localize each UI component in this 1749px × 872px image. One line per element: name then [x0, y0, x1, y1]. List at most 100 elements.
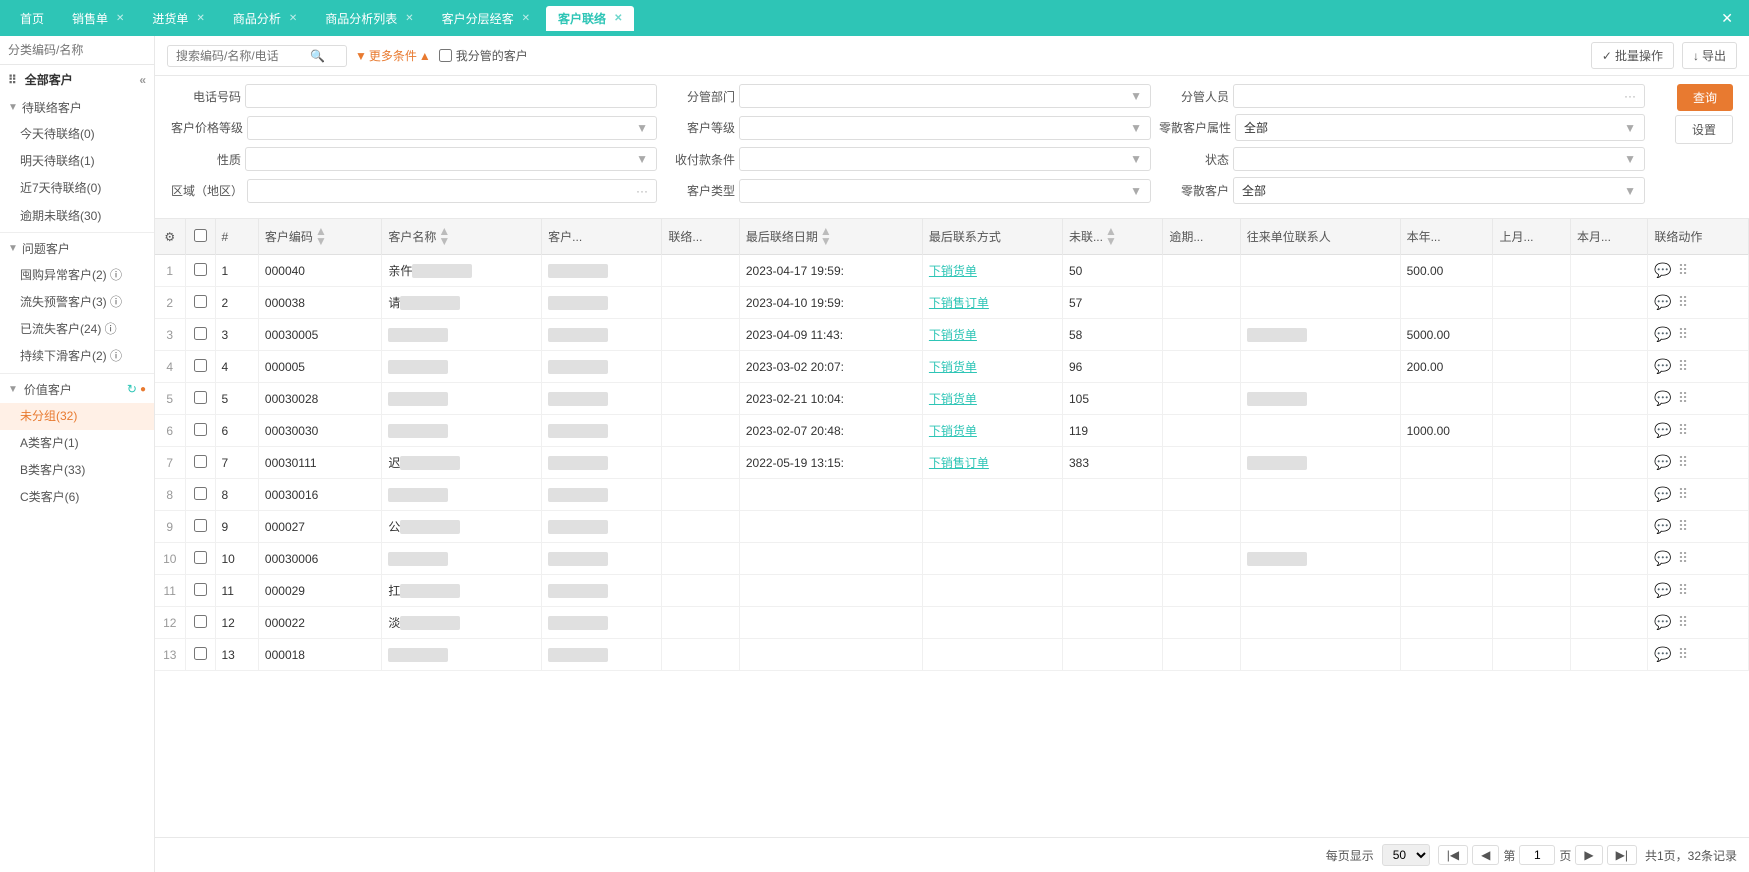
- chat-icon[interactable]: 💬: [1654, 582, 1671, 599]
- col-uncontacted[interactable]: 未联... ▲▼: [1062, 219, 1162, 255]
- last-method-link[interactable]: 下销货单: [929, 392, 977, 406]
- sidebar-item-tomorrow[interactable]: 明天待联络(1): [0, 148, 154, 175]
- row-checkbox[interactable]: [194, 295, 207, 308]
- tab-sales[interactable]: 销售单 ✕: [60, 6, 136, 31]
- row-checkbox-cell[interactable]: [185, 447, 215, 479]
- price-level-select[interactable]: ▼: [247, 116, 657, 140]
- filter-search-icon[interactable]: 🔍: [310, 49, 325, 63]
- chat-icon[interactable]: 💬: [1654, 262, 1671, 279]
- page-number-input[interactable]: [1519, 845, 1555, 865]
- close-product-list-icon[interactable]: ✕: [405, 13, 413, 24]
- grid-action-icon[interactable]: ⠿: [1678, 646, 1688, 663]
- row-checkbox[interactable]: [194, 615, 207, 628]
- sidebar-item-classA[interactable]: A类客户(1): [0, 430, 154, 457]
- chat-icon[interactable]: 💬: [1654, 550, 1671, 567]
- sidebar-group-pending[interactable]: ▼ 待联络客户: [0, 94, 154, 121]
- row-checkbox-cell[interactable]: [185, 383, 215, 415]
- row-checkbox-cell[interactable]: [185, 639, 215, 671]
- payment-select[interactable]: ▼: [739, 147, 1151, 171]
- row-checkbox[interactable]: [194, 647, 207, 660]
- col-checkbox[interactable]: [185, 219, 215, 255]
- sidebar-search-input[interactable]: [8, 43, 155, 57]
- last-method-link[interactable]: 下销售订单: [929, 456, 989, 470]
- phone-input[interactable]: [245, 84, 657, 108]
- grid-action-icon[interactable]: ⠿: [1678, 422, 1688, 439]
- chat-icon[interactable]: 💬: [1654, 390, 1671, 407]
- customer-type-select[interactable]: ▼: [739, 179, 1151, 203]
- col-name[interactable]: 客户名称 ▲▼: [382, 219, 542, 255]
- close-customer-segment-icon[interactable]: ✕: [522, 13, 530, 24]
- query-btn[interactable]: 查询: [1677, 84, 1733, 111]
- chat-icon[interactable]: 💬: [1654, 518, 1671, 535]
- sidebar-item-lost[interactable]: 已流失客户(24) ⓘ: [0, 316, 154, 343]
- sidebar-item-today[interactable]: 今天待联络(0): [0, 121, 154, 148]
- sidebar-item-unscored[interactable]: 未分组(32): [0, 403, 154, 430]
- row-checkbox[interactable]: [194, 455, 207, 468]
- tab-product-list[interactable]: 商品分析列表 ✕: [313, 6, 425, 31]
- row-checkbox-cell[interactable]: [185, 479, 215, 511]
- sidebar-all-customers[interactable]: ⠿ 全部客户 «: [0, 65, 154, 94]
- chat-icon[interactable]: 💬: [1654, 358, 1671, 375]
- row-checkbox-cell[interactable]: [185, 319, 215, 351]
- filter-search-input[interactable]: [176, 49, 306, 63]
- chat-icon[interactable]: 💬: [1654, 646, 1671, 663]
- manager-select[interactable]: ···: [1233, 84, 1645, 108]
- first-page-btn[interactable]: |◀: [1438, 845, 1468, 865]
- row-checkbox[interactable]: [194, 423, 207, 436]
- sidebar-item-classB[interactable]: B类客户(33): [0, 457, 154, 484]
- row-checkbox[interactable]: [194, 391, 207, 404]
- page-size-select[interactable]: 50: [1382, 844, 1430, 866]
- chat-icon[interactable]: 💬: [1654, 326, 1671, 343]
- grid-action-icon[interactable]: ⠿: [1678, 582, 1688, 599]
- sidebar-item-classC[interactable]: C类客户(6): [0, 484, 154, 511]
- tab-customer-contact[interactable]: 客户联络 ✕: [546, 6, 634, 31]
- close-sales-icon[interactable]: ✕: [116, 13, 124, 24]
- grid-action-icon[interactable]: ⠿: [1678, 358, 1688, 375]
- row-checkbox-cell[interactable]: [185, 255, 215, 287]
- row-checkbox-cell[interactable]: [185, 415, 215, 447]
- grid-action-icon[interactable]: ⠿: [1678, 262, 1688, 279]
- sidebar-item-week[interactable]: 近7天待联络(0): [0, 175, 154, 202]
- col-code[interactable]: 客户编码 ▲▼: [258, 219, 381, 255]
- sidebar-item-overdue[interactable]: 逾期未联络(30): [0, 203, 154, 230]
- grid-action-icon[interactable]: ⠿: [1678, 518, 1688, 535]
- last-method-link[interactable]: 下销货单: [929, 360, 977, 374]
- last-page-btn[interactable]: ▶|: [1607, 845, 1637, 865]
- sidebar-group-problem[interactable]: ▼ 问题客户: [0, 235, 154, 262]
- close-product-analysis-icon[interactable]: ✕: [289, 13, 297, 24]
- row-checkbox[interactable]: [194, 519, 207, 532]
- chat-icon[interactable]: 💬: [1654, 454, 1671, 471]
- nature-select[interactable]: ▼: [245, 147, 657, 171]
- my-customers-check[interactable]: [439, 49, 452, 62]
- window-close-icon[interactable]: ✕: [1713, 6, 1741, 31]
- reset-btn[interactable]: 设置: [1675, 115, 1733, 144]
- last-method-link[interactable]: 下销货单: [929, 264, 977, 278]
- grid-action-icon[interactable]: ⠿: [1678, 390, 1688, 407]
- settings-icon[interactable]: ⚙: [164, 230, 175, 244]
- tab-purchase[interactable]: 进货单 ✕: [140, 6, 216, 31]
- row-checkbox[interactable]: [194, 487, 207, 500]
- row-checkbox[interactable]: [194, 263, 207, 276]
- refresh-icon[interactable]: ↻: [127, 382, 137, 396]
- sidebar-item-declining[interactable]: 持续下滑客户(2) ⓘ: [0, 343, 154, 370]
- more-filters-btn[interactable]: ▼ 更多条件 ▲: [355, 47, 431, 64]
- chat-icon[interactable]: 💬: [1654, 294, 1671, 311]
- status-select[interactable]: ▼: [1233, 147, 1645, 171]
- tab-product-analysis[interactable]: 商品分析 ✕: [221, 6, 309, 31]
- row-checkbox-cell[interactable]: [185, 607, 215, 639]
- batch-operation-btn[interactable]: ✓ 批量操作: [1591, 42, 1674, 69]
- select-all-checkbox[interactable]: [194, 229, 207, 242]
- row-checkbox[interactable]: [194, 359, 207, 372]
- retail-attr-select[interactable]: 全部 ▼: [1235, 114, 1645, 141]
- col-settings[interactable]: ⚙: [155, 219, 185, 255]
- last-method-link[interactable]: 下销售订单: [929, 296, 989, 310]
- my-customers-checkbox[interactable]: 我分管的客户: [439, 47, 528, 64]
- sidebar-group-value[interactable]: ▼ 价值客户 ↻ ●: [0, 376, 154, 403]
- row-checkbox-cell[interactable]: [185, 575, 215, 607]
- region-select[interactable]: ···: [247, 179, 657, 203]
- grid-action-icon[interactable]: ⠿: [1678, 294, 1688, 311]
- chat-icon[interactable]: 💬: [1654, 422, 1671, 439]
- export-btn[interactable]: ↓ 导出: [1682, 42, 1737, 69]
- row-checkbox[interactable]: [194, 583, 207, 596]
- sidebar-item-churn-risk[interactable]: 流失预警客户(3) ⓘ: [0, 289, 154, 316]
